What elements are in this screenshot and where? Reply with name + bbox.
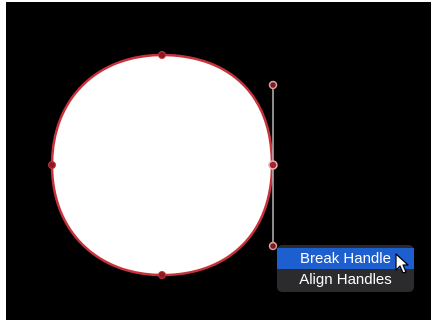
editor-canvas[interactable]: Break Handle Align Handles [0,0,435,322]
control-point-right-selected[interactable] [268,160,278,170]
tangent-handle-top[interactable] [268,80,278,90]
bezier-shape[interactable] [50,53,274,277]
menu-item-break-handle[interactable]: Break Handle [277,248,414,269]
tangent-handle-bottom[interactable] [268,241,278,251]
control-point-bottom[interactable] [158,271,166,279]
menu-item-align-handles[interactable]: Align Handles [277,269,414,290]
control-point-top[interactable] [158,51,166,59]
context-menu: Break Handle Align Handles [277,245,414,292]
control-point-left[interactable] [48,161,56,169]
arrow-pointer-icon [395,253,409,274]
